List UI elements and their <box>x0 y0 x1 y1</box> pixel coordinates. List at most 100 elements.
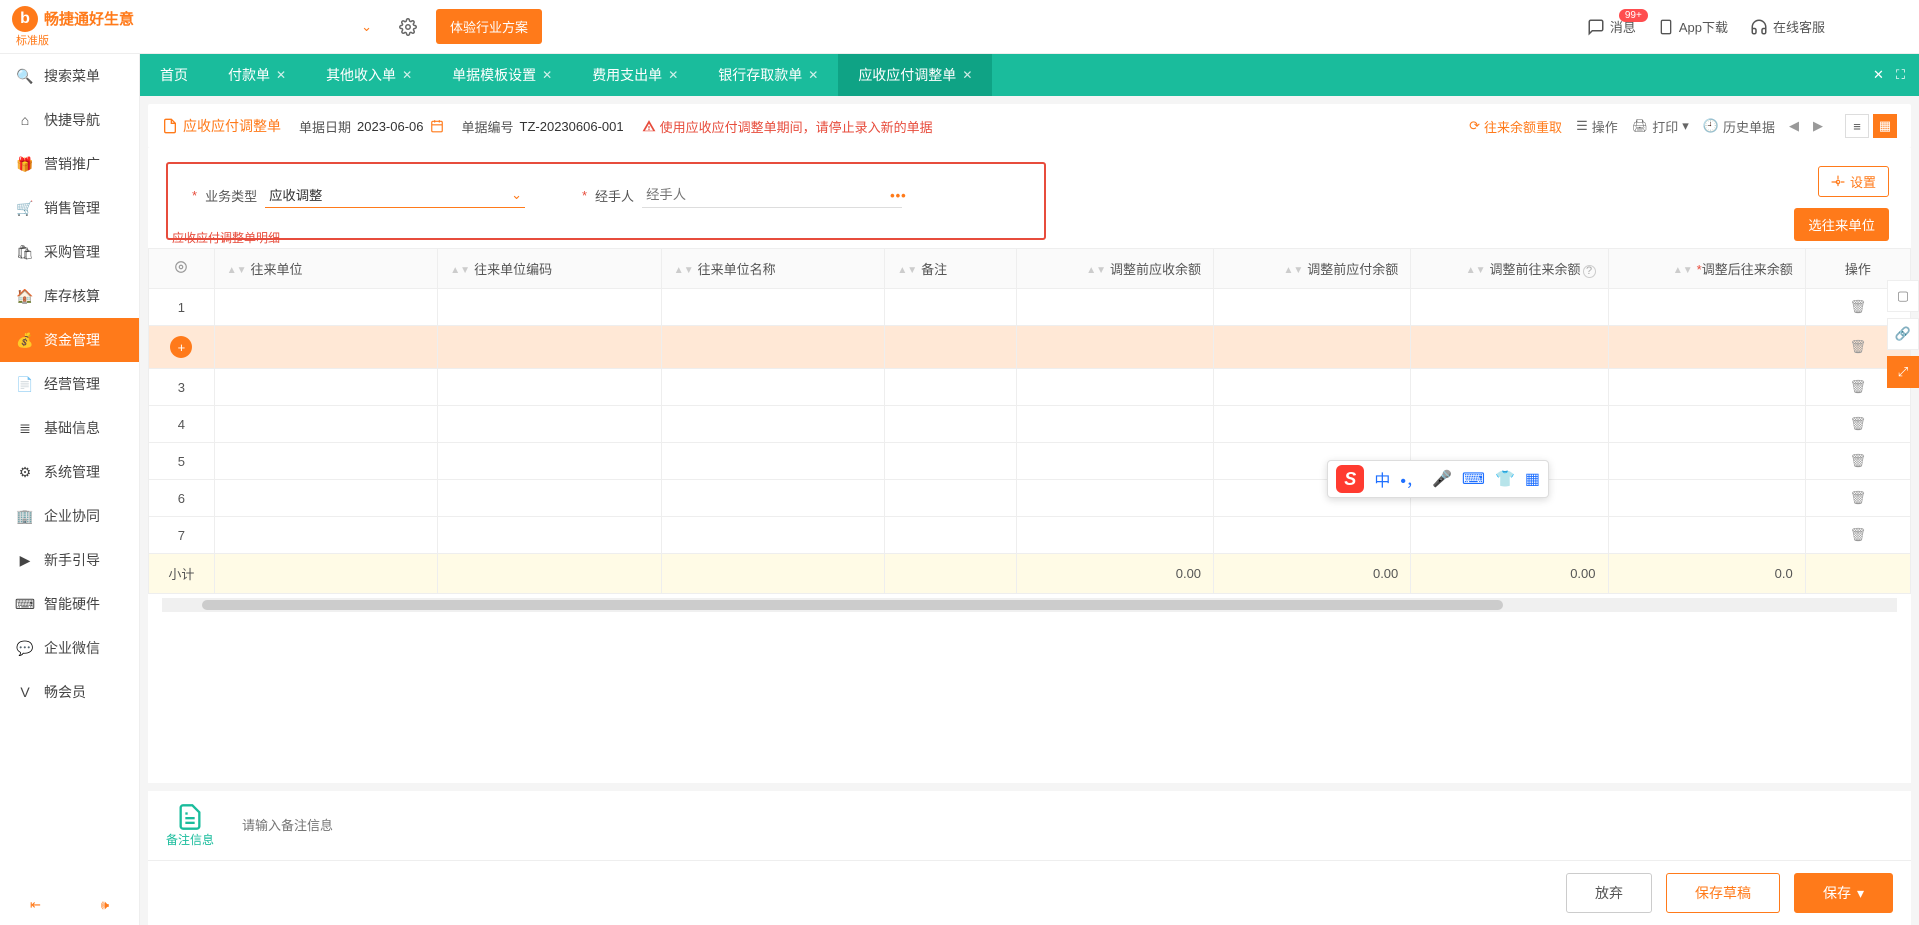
ime-lang[interactable]: 中 <box>1374 467 1390 491</box>
close-icon[interactable]: ✕ <box>542 68 552 82</box>
cell-remark[interactable] <box>885 326 1016 369</box>
tab-bank[interactable]: 银行存取款单✕ <box>698 54 838 96</box>
col-remark[interactable]: ▲▼备注 <box>885 249 1016 289</box>
cell-pre-recv[interactable] <box>1016 326 1213 369</box>
select-unit-button[interactable]: 选往来单位 <box>1794 208 1889 241</box>
scrollbar-thumb[interactable] <box>202 600 1503 610</box>
sidebar-item-enterprise-collab[interactable]: 🏢企业协同 <box>0 494 139 538</box>
cell-pre-recv[interactable] <box>1016 406 1213 443</box>
cell-unit[interactable] <box>214 326 438 369</box>
sound-icon[interactable]: 🕪 <box>101 897 109 913</box>
sidebar-item-business[interactable]: 📄经营管理 <box>0 362 139 406</box>
info-icon[interactable]: ? <box>1583 265 1596 278</box>
cell-unit-code[interactable] <box>438 443 662 480</box>
delete-icon[interactable]: 🗑 <box>1850 379 1867 394</box>
doc-date-value[interactable]: 2023-06-06 <box>357 119 424 134</box>
view-card-button[interactable]: ▦ <box>1873 114 1897 138</box>
next-icon[interactable]: ▶ <box>1813 118 1823 134</box>
table-row[interactable]: 4🗑 <box>149 406 1911 443</box>
cell-pre-pay[interactable] <box>1214 517 1411 554</box>
tab-payment[interactable]: 付款单✕ <box>208 54 306 96</box>
col-pre-pay[interactable]: ▲▼调整前应付余额 <box>1214 249 1411 289</box>
cell-post-balance[interactable] <box>1608 326 1805 369</box>
settings-button[interactable]: 设置 <box>1818 166 1889 197</box>
sidebar-item-newbie[interactable]: ▶新手引导 <box>0 538 139 582</box>
cell-post-balance[interactable] <box>1608 289 1805 326</box>
ime-mic-icon[interactable]: 🎤 <box>1432 469 1452 489</box>
view-list-button[interactable]: ≡ <box>1845 114 1869 138</box>
delete-icon[interactable]: 🗑 <box>1850 527 1867 542</box>
delete-icon[interactable]: 🗑 <box>1850 490 1867 505</box>
col-unit-name[interactable]: ▲▼往来单位名称 <box>661 249 885 289</box>
experience-solution-button[interactable]: 体验行业方案 <box>436 9 542 44</box>
sidebar-item-membership[interactable]: V畅会员 <box>0 670 139 714</box>
delete-icon[interactable]: 🗑 <box>1850 416 1867 431</box>
close-icon[interactable]: ✕ <box>962 68 972 82</box>
sidebar-item-funds[interactable]: 💰资金管理 <box>0 318 139 362</box>
calendar-icon[interactable] <box>430 119 444 133</box>
col-gear[interactable] <box>149 249 215 289</box>
cell-unit-name[interactable] <box>661 517 885 554</box>
messages-button[interactable]: 消息 99+ <box>1587 17 1636 36</box>
cell-post-balance[interactable] <box>1608 517 1805 554</box>
horizontal-scrollbar[interactable] <box>162 598 1897 612</box>
cell-unit-name[interactable] <box>661 289 885 326</box>
col-pre-balance[interactable]: ▲▼调整前往来余额? <box>1411 249 1608 289</box>
add-row-button[interactable]: + <box>170 336 192 358</box>
cell-unit-code[interactable] <box>438 517 662 554</box>
cell-pre-pay[interactable] <box>1214 406 1411 443</box>
close-icon[interactable]: ✕ <box>808 68 818 82</box>
col-unit[interactable]: ▲▼往来单位 <box>214 249 438 289</box>
prev-icon[interactable]: ◀ <box>1789 118 1799 134</box>
table-row[interactable]: 5🗑 <box>149 443 1911 480</box>
table-row[interactable]: 3🗑 <box>149 369 1911 406</box>
cell-unit-name[interactable] <box>661 443 885 480</box>
rail-expand-button[interactable]: ⤢ <box>1887 356 1919 388</box>
cell-pre-balance[interactable] <box>1411 517 1608 554</box>
cell-remark[interactable] <box>885 480 1016 517</box>
close-icon[interactable]: ✕ <box>668 68 678 82</box>
cell-pre-recv[interactable] <box>1016 289 1213 326</box>
cell-unit[interactable] <box>214 480 438 517</box>
handler-input[interactable] <box>642 182 902 208</box>
cell-pre-balance[interactable] <box>1411 289 1608 326</box>
cell-post-balance[interactable] <box>1608 406 1805 443</box>
cell-remark[interactable] <box>885 406 1016 443</box>
cell-pre-recv[interactable] <box>1016 443 1213 480</box>
ime-skin-icon[interactable]: 👕 <box>1495 469 1515 489</box>
online-service-button[interactable]: 在线客服 <box>1750 17 1825 36</box>
tab-template[interactable]: 单据模板设置✕ <box>432 54 572 96</box>
cell-remark[interactable] <box>885 517 1016 554</box>
cell-unit[interactable] <box>214 369 438 406</box>
cell-unit-code[interactable] <box>438 369 662 406</box>
cell-remark[interactable] <box>885 289 1016 326</box>
operate-button[interactable]: ☰操作 <box>1576 117 1618 136</box>
cell-unit[interactable] <box>214 517 438 554</box>
table-row[interactable]: 1🗑 <box>149 289 1911 326</box>
sidebar-item-wechat-work[interactable]: 💬企业微信 <box>0 626 139 670</box>
cell-unit[interactable] <box>214 406 438 443</box>
fullscreen-icon[interactable]: ⛶ <box>1896 67 1905 83</box>
tab-expense[interactable]: 费用支出单✕ <box>572 54 698 96</box>
sidebar-item-sales[interactable]: 🛒销售管理 <box>0 186 139 230</box>
rail-note-button[interactable]: ▢ <box>1887 280 1919 312</box>
cell-post-balance[interactable] <box>1608 480 1805 517</box>
cell-remark[interactable] <box>885 443 1016 480</box>
settings-gear-button[interactable] <box>392 11 424 43</box>
table-row[interactable]: 7🗑 <box>149 517 1911 554</box>
close-all-icon[interactable]: ✕ <box>1873 67 1884 83</box>
remark-input[interactable] <box>232 808 1893 843</box>
rail-attach-button[interactable]: 🔗 <box>1887 318 1919 350</box>
col-post-balance[interactable]: ▲▼*调整后往来余额 <box>1608 249 1805 289</box>
cell-pre-recv[interactable] <box>1016 517 1213 554</box>
cell-pre-pay[interactable] <box>1214 369 1411 406</box>
cell-pre-balance[interactable] <box>1411 326 1608 369</box>
cell-pre-pay[interactable] <box>1214 326 1411 369</box>
sidebar-item-system[interactable]: ⚙系统管理 <box>0 450 139 494</box>
company-selector[interactable]: ⌄ <box>172 11 382 43</box>
sidebar-item-marketing[interactable]: 🎁营销推广 <box>0 142 139 186</box>
col-unit-code[interactable]: ▲▼往来单位编码 <box>438 249 662 289</box>
sidebar-item-basic[interactable]: ≣基础信息 <box>0 406 139 450</box>
cell-unit-name[interactable] <box>661 406 885 443</box>
tab-home[interactable]: 首页 <box>140 54 208 96</box>
